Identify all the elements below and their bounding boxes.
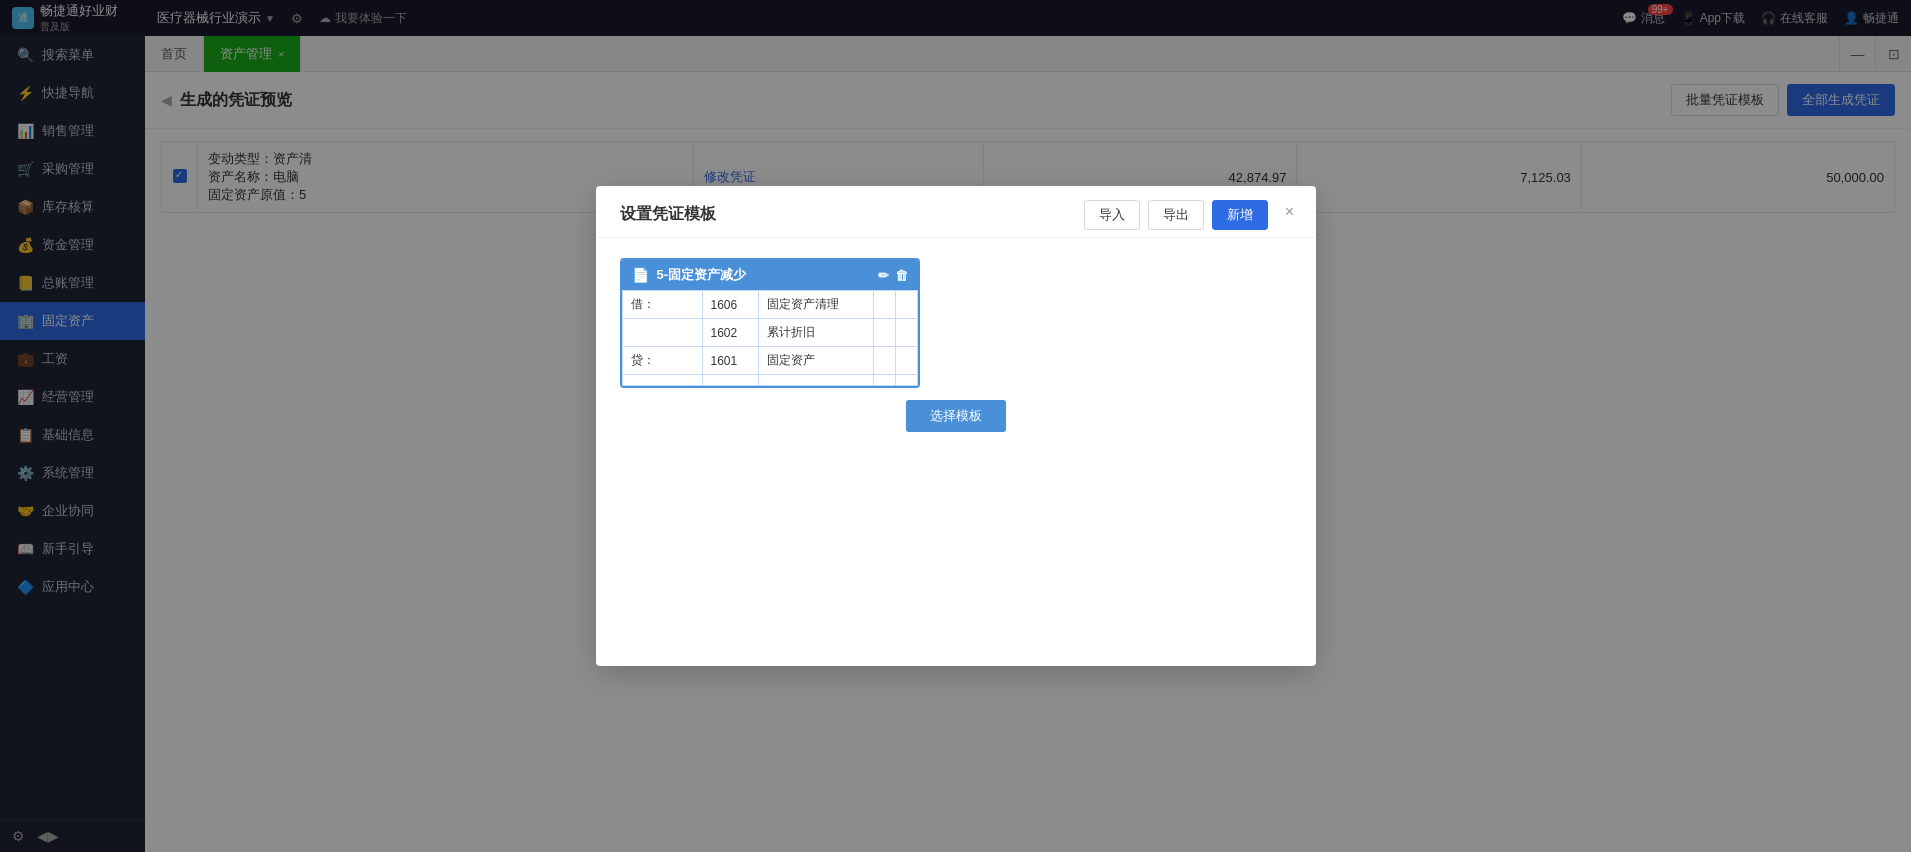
template-row-0: 借： 1606 固定资产清理 (622, 291, 917, 319)
entry-col2-1 (895, 319, 917, 347)
entry-col1-2 (873, 347, 895, 375)
entry-col1-3 (873, 375, 895, 386)
entry-code-1: 1602 (702, 319, 758, 347)
template-edit-btn[interactable]: ✏ (878, 268, 889, 283)
template-entries-table: 借： 1606 固定资产清理 1602 累计折旧 (622, 290, 918, 386)
entry-side-2: 贷： (622, 347, 702, 375)
entry-col1-1 (873, 319, 895, 347)
entry-side-1 (622, 319, 702, 347)
entry-col2-2 (895, 347, 917, 375)
template-list: 📄 5-固定资产减少 ✏ 🗑 借： 1606 固定资产清理 (620, 258, 1292, 388)
entry-col2-0 (895, 291, 917, 319)
entry-code-3 (702, 375, 758, 386)
template-actions: ✏ 🗑 (878, 268, 908, 283)
select-template-area: 选择模板 (620, 400, 1292, 432)
entry-code-2: 1601 (702, 347, 758, 375)
entry-col2-3 (895, 375, 917, 386)
modal-toolbar: 导入 导出 新增 (1084, 200, 1268, 230)
entry-side-0: 借： (622, 291, 702, 319)
entry-name-0: 固定资产清理 (758, 291, 873, 319)
modal-close-btn[interactable]: × (1278, 200, 1302, 224)
entry-side-3 (622, 375, 702, 386)
template-row-1: 1602 累计折旧 (622, 319, 917, 347)
new-btn[interactable]: 新增 (1212, 200, 1268, 230)
entry-col1-0 (873, 291, 895, 319)
modal: 设置凭证模板 导入 导出 新增 × 📄 5-固定资产减少 ✏ 🗑 (596, 186, 1316, 666)
modal-body: 📄 5-固定资产减少 ✏ 🗑 借： 1606 固定资产清理 (596, 238, 1316, 452)
template-delete-btn[interactable]: 🗑 (895, 268, 908, 283)
entry-name-2: 固定资产 (758, 347, 873, 375)
template-header-label: 5-固定资产减少 (657, 266, 747, 284)
modal-overlay: 设置凭证模板 导入 导出 新增 × 📄 5-固定资产减少 ✏ 🗑 (0, 0, 1911, 852)
entry-name-1: 累计折旧 (758, 319, 873, 347)
modal-header: 设置凭证模板 导入 导出 新增 × (596, 186, 1316, 238)
entry-name-3 (758, 375, 873, 386)
import-btn[interactable]: 导入 (1084, 200, 1140, 230)
template-card-header: 📄 5-固定资产减少 ✏ 🗑 (622, 260, 918, 290)
entry-code-0: 1606 (702, 291, 758, 319)
template-file-icon: 📄 (632, 267, 649, 283)
export-btn[interactable]: 导出 (1148, 200, 1204, 230)
template-row-2: 贷： 1601 固定资产 (622, 347, 917, 375)
template-row-3 (622, 375, 917, 386)
select-template-btn[interactable]: 选择模板 (906, 400, 1006, 432)
template-card: 📄 5-固定资产减少 ✏ 🗑 借： 1606 固定资产清理 (620, 258, 920, 388)
